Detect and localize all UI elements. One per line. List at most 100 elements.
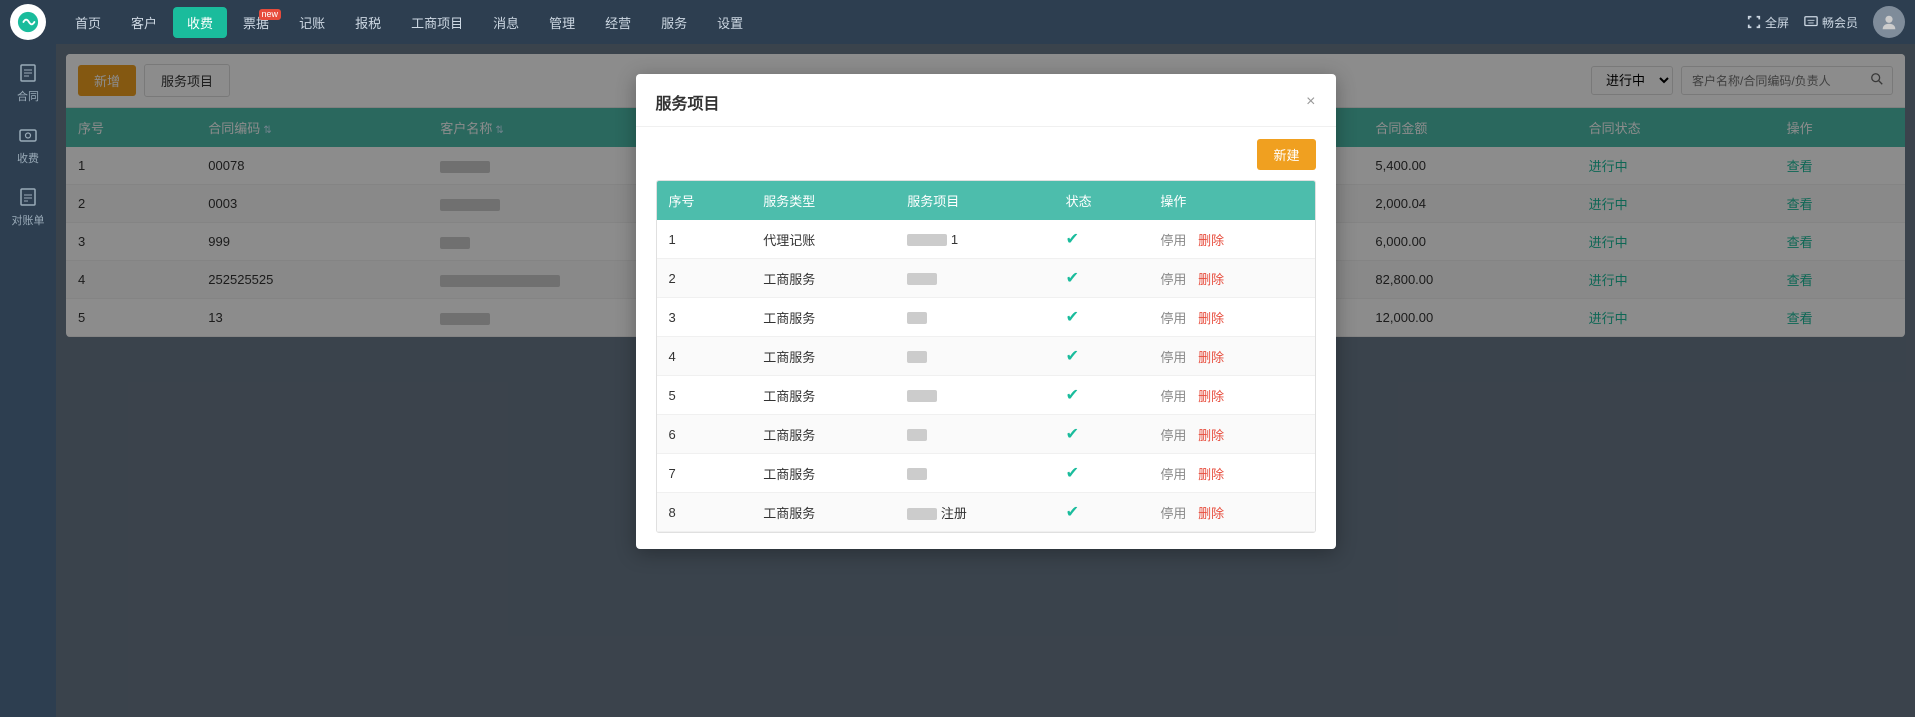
modal-col-header-4: 操作 [1148,181,1314,220]
status-check-icon: ✔ [1066,231,1079,248]
delete-link[interactable]: 删除 [1198,233,1224,248]
member-label: 畅会员 [1822,14,1858,31]
modal-table-row: 4 工商服务 ✔ 停用 删除 [657,337,1315,376]
nav-item-报税[interactable]: 报税 [341,7,395,38]
modal-cell-status: ✔ [1054,454,1149,493]
delete-link[interactable]: 删除 [1198,272,1224,287]
modal-cell-actions: 停用 删除 [1148,220,1314,259]
nav-item-客户[interactable]: 客户 [117,7,171,38]
delete-link[interactable]: 删除 [1198,311,1224,326]
content-area: 新增 服务项目 进行中 序号合同编码⇅客户名称 [56,44,1915,717]
blurred-item [907,234,947,246]
nav-items: 首页客户收费票据new记账报税工商项目消息管理经营服务设置 [61,7,1747,38]
badge-new: new [259,9,282,20]
delete-link[interactable]: 删除 [1198,506,1224,521]
modal-cell-type: 代理记账 [751,220,895,259]
modal-cell-type: 工商服务 [751,259,895,298]
modal-col-header-2: 服务项目 [895,181,1053,220]
nav-item-工商项目[interactable]: 工商项目 [397,7,477,38]
modal-cell-actions: 停用 删除 [1148,415,1314,454]
disable-link[interactable]: 停用 [1160,506,1186,521]
sidebar-item-对账单[interactable]: 对账单 [2,178,54,236]
blurred-item [907,273,937,285]
modal-cell-status: ✔ [1054,259,1149,298]
contract-icon [17,62,39,84]
modal-overlay[interactable]: 服务项目 × 新建 序号服务类型服务项目状态操作 1 代理记账 1 ✔ [56,44,1915,717]
modal-cell-status: ✔ [1054,337,1149,376]
modal-cell-seq: 2 [657,259,752,298]
nav-item-经营[interactable]: 经营 [591,7,645,38]
modal-col-header-1: 服务类型 [751,181,895,220]
modal-dialog: 服务项目 × 新建 序号服务类型服务项目状态操作 1 代理记账 1 ✔ [636,74,1336,549]
delete-link[interactable]: 删除 [1198,467,1224,482]
disable-link[interactable]: 停用 [1160,233,1186,248]
modal-cell-item [895,415,1053,454]
disable-link[interactable]: 停用 [1160,350,1186,365]
status-check-icon: ✔ [1066,348,1079,365]
modal-cell-seq: 8 [657,493,752,532]
delete-link[interactable]: 删除 [1198,389,1224,404]
modal-cell-actions: 停用 删除 [1148,337,1314,376]
nav-right: 全屏 畅会员 [1747,6,1905,38]
status-check-icon: ✔ [1066,270,1079,287]
modal-title: 服务项目 [656,90,720,114]
status-check-icon: ✔ [1066,504,1079,521]
modal-cell-actions: 停用 删除 [1148,259,1314,298]
disable-link[interactable]: 停用 [1160,311,1186,326]
modal-table-row: 3 工商服务 ✔ 停用 删除 [657,298,1315,337]
modal-table-row: 5 工商服务 ✔ 停用 删除 [657,376,1315,415]
modal-cell-type: 工商服务 [751,376,895,415]
modal-table-row: 7 工商服务 ✔ 停用 删除 [657,454,1315,493]
disable-link[interactable]: 停用 [1160,428,1186,443]
fullscreen-btn[interactable]: 全屏 [1747,14,1789,31]
disable-link[interactable]: 停用 [1160,272,1186,287]
modal-cell-status: ✔ [1054,376,1149,415]
nav-item-管理[interactable]: 管理 [535,7,589,38]
modal-close-btn[interactable]: × [1306,93,1315,111]
modal-cell-seq: 7 [657,454,752,493]
sidebar-item-合同[interactable]: 合同 [2,54,54,112]
blurred-item [907,351,927,363]
modal-cell-seq: 5 [657,376,752,415]
delete-link[interactable]: 删除 [1198,350,1224,365]
modal-cell-status: ✔ [1054,493,1149,532]
disable-link[interactable]: 停用 [1160,389,1186,404]
status-check-icon: ✔ [1066,309,1079,326]
nav-item-首页[interactable]: 首页 [61,7,115,38]
modal-cell-type: 工商服务 [751,415,895,454]
modal-header: 服务项目 × [636,74,1336,127]
delete-link[interactable]: 删除 [1198,428,1224,443]
nav-item-收费[interactable]: 收费 [173,7,227,38]
modal-cell-type: 工商服务 [751,298,895,337]
member-btn[interactable]: 畅会员 [1804,14,1858,31]
sidebar-label: 收费 [17,150,39,166]
money-icon [17,124,39,146]
main-layout: 合同收费对账单 新增 服务项目 进行中 [0,44,1915,717]
modal-new-btn[interactable]: 新建 [1257,139,1315,170]
nav-item-记账[interactable]: 记账 [285,7,339,38]
modal-cell-status: ✔ [1054,415,1149,454]
nav-item-票据[interactable]: 票据new [229,7,283,38]
modal-cell-seq: 4 [657,337,752,376]
status-check-icon: ✔ [1066,465,1079,482]
modal-table-row: 2 工商服务 ✔ 停用 删除 [657,259,1315,298]
nav-item-消息[interactable]: 消息 [479,7,533,38]
nav-item-设置[interactable]: 设置 [703,7,757,38]
top-nav: 首页客户收费票据new记账报税工商项目消息管理经营服务设置 全屏 畅会员 [0,0,1915,44]
modal-cell-status: ✔ [1054,298,1149,337]
logo[interactable] [10,4,46,40]
modal-toolbar: 新建 [656,139,1316,170]
blurred-item [907,508,937,520]
sidebar-label: 对账单 [12,212,45,228]
sidebar-item-收费[interactable]: 收费 [2,116,54,174]
status-check-icon: ✔ [1066,426,1079,443]
nav-item-服务[interactable]: 服务 [647,7,701,38]
avatar[interactable] [1873,6,1905,38]
blurred-item [907,429,927,441]
fullscreen-label: 全屏 [1765,14,1789,31]
modal-table-row: 8 工商服务 注册 ✔ 停用 删除 [657,493,1315,532]
disable-link[interactable]: 停用 [1160,467,1186,482]
modal-cell-item [895,337,1053,376]
modal-cell-actions: 停用 删除 [1148,493,1314,532]
modal-cell-type: 工商服务 [751,454,895,493]
